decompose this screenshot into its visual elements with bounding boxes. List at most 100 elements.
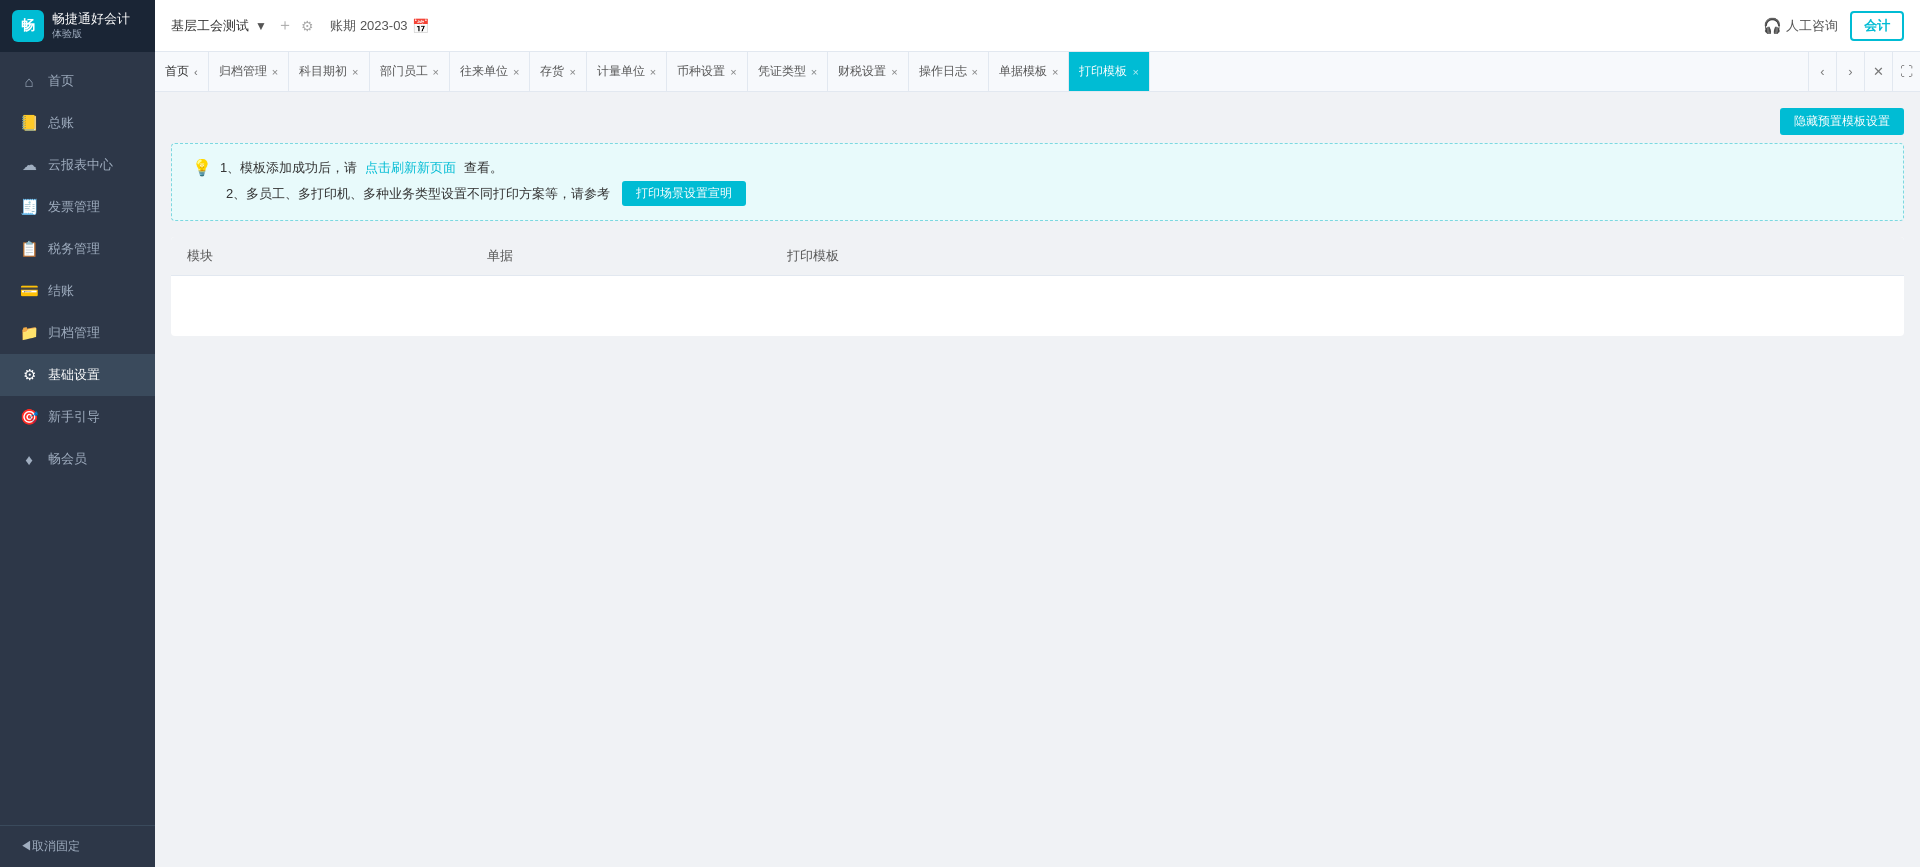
explain-button[interactable]: 打印场景设置宣明 bbox=[622, 181, 746, 206]
tab-dept[interactable]: 部门员工 × bbox=[370, 52, 450, 91]
tab-printtemplate[interactable]: 打印模板 × bbox=[1069, 52, 1149, 91]
period-display: 账期 2023-03 📅 bbox=[330, 17, 429, 35]
logo-area: 畅 畅捷通好会计 体验版 bbox=[0, 0, 155, 52]
unpin-label: ◀取消固定 bbox=[20, 838, 80, 855]
tab-inventory-close[interactable]: × bbox=[569, 66, 575, 78]
add-company-icon[interactable]: ＋ bbox=[277, 15, 293, 36]
tab-taxsetting[interactable]: 财税设置 × bbox=[828, 52, 908, 91]
invoice-icon: 🧾 bbox=[20, 198, 38, 216]
sidebar-label-guide: 新手引导 bbox=[48, 408, 100, 426]
print-template-table: 模块 单据 打印模板 bbox=[171, 237, 1904, 336]
sidebar-item-ledger[interactable]: 📒 总账 bbox=[0, 102, 155, 144]
sidebar-item-settings[interactable]: ⚙ 基础设置 bbox=[0, 354, 155, 396]
info-line1-suffix: 查看。 bbox=[464, 159, 503, 177]
period-label: 账期 bbox=[330, 17, 356, 35]
support-button[interactable]: 🎧 人工咨询 bbox=[1763, 17, 1838, 35]
col-module-label: 模块 bbox=[187, 248, 213, 263]
tab-singledoc-close[interactable]: × bbox=[1052, 66, 1058, 78]
tab-unit-label: 计量单位 bbox=[597, 63, 645, 80]
archive-icon: 📁 bbox=[20, 324, 38, 342]
tab-oplog-label: 操作日志 bbox=[919, 63, 967, 80]
tab-subject-label: 科目期初 bbox=[299, 63, 347, 80]
ledger-icon: 📒 bbox=[20, 114, 38, 132]
sidebar-item-member[interactable]: ♦ 畅会员 bbox=[0, 438, 155, 480]
table-col-template: 打印模板 bbox=[771, 237, 1904, 275]
tab-oplog-close[interactable]: × bbox=[972, 66, 978, 78]
sidebar-label-settings: 基础设置 bbox=[48, 366, 100, 384]
main-area: 基层工会测试 ▼ ＋ ⚙ 账期 2023-03 📅 🎧 人工咨询 会计 首页 ‹… bbox=[155, 0, 1920, 867]
tab-customer-label: 往来单位 bbox=[460, 63, 508, 80]
tab-archive-label: 归档管理 bbox=[219, 63, 267, 80]
guide-icon: 🎯 bbox=[20, 408, 38, 426]
tab-currency-close[interactable]: × bbox=[730, 66, 736, 78]
sidebar-label-invoice: 发票管理 bbox=[48, 198, 100, 216]
tab-taxsetting-close[interactable]: × bbox=[891, 66, 897, 78]
tab-next-button[interactable]: › bbox=[1836, 52, 1864, 92]
refresh-link[interactable]: 点击刷新新页面 bbox=[365, 159, 456, 177]
sidebar-item-home[interactable]: ⌂ 首页 bbox=[0, 60, 155, 102]
topbar: 基层工会测试 ▼ ＋ ⚙ 账期 2023-03 📅 🎧 人工咨询 会计 bbox=[155, 0, 1920, 52]
sidebar-item-tax[interactable]: 📋 税务管理 bbox=[0, 228, 155, 270]
tab-currency-label: 币种设置 bbox=[677, 63, 725, 80]
tab-expand-button[interactable]: ⛶ bbox=[1892, 52, 1920, 92]
sidebar-item-report[interactable]: ☁ 云报表中心 bbox=[0, 144, 155, 186]
tab-voucher[interactable]: 凭证类型 × bbox=[748, 52, 828, 91]
tab-customer-close[interactable]: × bbox=[513, 66, 519, 78]
sidebar-label-member: 畅会员 bbox=[48, 450, 87, 468]
tab-inventory[interactable]: 存货 × bbox=[530, 52, 586, 91]
sidebar-item-guide[interactable]: 🎯 新手引导 bbox=[0, 396, 155, 438]
sidebar-label-settle: 结账 bbox=[48, 282, 74, 300]
tab-inventory-label: 存货 bbox=[540, 63, 564, 80]
sidebar-label-archive: 归档管理 bbox=[48, 324, 100, 342]
sidebar-label-home: 首页 bbox=[48, 72, 74, 90]
col-template-label: 打印模板 bbox=[787, 248, 839, 263]
tab-dept-label: 部门员工 bbox=[380, 63, 428, 80]
tab-unit-close[interactable]: × bbox=[650, 66, 656, 78]
sidebar-item-invoice[interactable]: 🧾 发票管理 bbox=[0, 186, 155, 228]
info-line1-prefix: 1、模板添加成功后，请 bbox=[220, 159, 357, 177]
tab-voucher-label: 凭证类型 bbox=[758, 63, 806, 80]
tab-archive[interactable]: 归档管理 × bbox=[209, 52, 289, 91]
hide-template-button[interactable]: 隐藏预置模板设置 bbox=[1780, 108, 1904, 135]
info-box: 💡 1、模板添加成功后，请 点击刷新新页面 查看。 2、多员工、多打印机、多种业… bbox=[171, 143, 1904, 221]
period-value: 2023-03 bbox=[360, 18, 408, 33]
sidebar-label-report: 云报表中心 bbox=[48, 156, 113, 174]
tab-archive-close[interactable]: × bbox=[272, 66, 278, 78]
tab-home[interactable]: 首页 ‹ bbox=[155, 52, 209, 91]
tax-icon: 📋 bbox=[20, 240, 38, 258]
bulb-icon: 💡 bbox=[192, 158, 212, 177]
tab-customer[interactable]: 往来单位 × bbox=[450, 52, 530, 91]
tab-subject[interactable]: 科目期初 × bbox=[289, 52, 369, 91]
sidebar-item-settle[interactable]: 💳 结账 bbox=[0, 270, 155, 312]
col-doc-label: 单据 bbox=[487, 248, 513, 263]
headset-icon: 🎧 bbox=[1763, 17, 1782, 35]
sidebar-item-archive[interactable]: 📁 归档管理 bbox=[0, 312, 155, 354]
report-icon: ☁ bbox=[20, 156, 38, 174]
app-title: 畅捷通好会计 bbox=[52, 11, 130, 28]
calendar-icon[interactable]: 📅 bbox=[412, 18, 429, 34]
support-label: 人工咨询 bbox=[1786, 17, 1838, 35]
info-row-2: 2、多员工、多打印机、多种业务类型设置不同打印方案等，请参考 打印场景设置宣明 bbox=[192, 181, 1883, 206]
tab-unit[interactable]: 计量单位 × bbox=[587, 52, 667, 91]
tab-voucher-close[interactable]: × bbox=[811, 66, 817, 78]
logo-icon: 畅 bbox=[12, 10, 44, 42]
tab-currency[interactable]: 币种设置 × bbox=[667, 52, 747, 91]
tab-prev-button[interactable]: ‹ bbox=[1808, 52, 1836, 92]
logo-text-block: 畅捷通好会计 体验版 bbox=[52, 11, 130, 42]
unpin-button[interactable]: ◀取消固定 bbox=[0, 825, 155, 867]
topbar-actions: 🎧 人工咨询 会计 bbox=[1763, 11, 1904, 41]
tabbar: 首页 ‹ 归档管理 × 科目期初 × 部门员工 × 往来单位 × 存货 × 计量… bbox=[155, 52, 1920, 92]
tab-close-all-button[interactable]: ✕ bbox=[1864, 52, 1892, 92]
table-col-doc: 单据 bbox=[471, 237, 771, 275]
tab-subject-close[interactable]: × bbox=[352, 66, 358, 78]
kuaiji-button[interactable]: 会计 bbox=[1850, 11, 1904, 41]
tab-oplog[interactable]: 操作日志 × bbox=[909, 52, 989, 91]
tab-printtemplate-close[interactable]: × bbox=[1132, 66, 1138, 78]
tab-home-nav[interactable]: ‹ bbox=[194, 66, 198, 78]
settings-gear-icon[interactable]: ⚙ bbox=[301, 18, 314, 34]
tab-singledoc[interactable]: 单据模板 × bbox=[989, 52, 1069, 91]
tab-home-label: 首页 bbox=[165, 63, 189, 80]
tab-singledoc-label: 单据模板 bbox=[999, 63, 1047, 80]
tab-dept-close[interactable]: × bbox=[433, 66, 439, 78]
company-selector[interactable]: 基层工会测试 ▼ bbox=[171, 17, 267, 35]
